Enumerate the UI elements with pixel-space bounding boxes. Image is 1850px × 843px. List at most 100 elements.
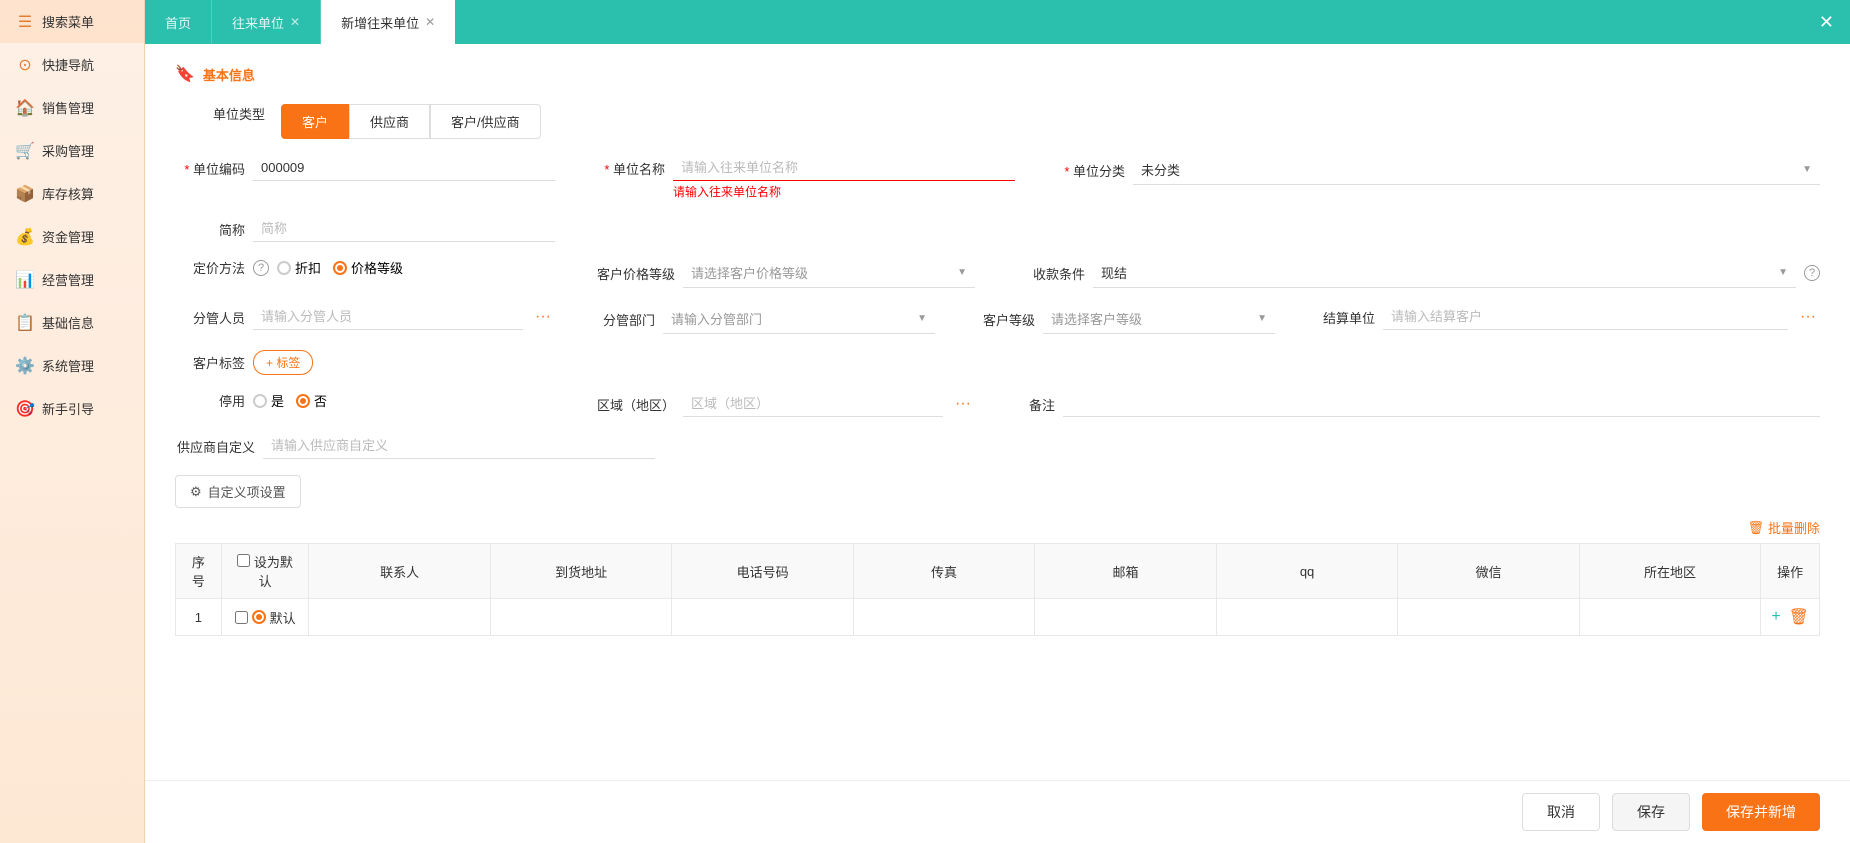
disabled-no-radio [296, 394, 310, 408]
department-select[interactable]: 请输入分管部门 ▼ [663, 304, 935, 334]
department-label: 分管部门 [595, 310, 655, 329]
region-input[interactable] [1590, 610, 1750, 625]
row-actions: + 🗑 [1761, 599, 1820, 636]
customer-price-level-field: 客户价格等级 请选择客户价格等级 ▼ [595, 258, 975, 288]
delete-row-button[interactable]: 🗑 [1789, 607, 1809, 627]
row-region[interactable] [1579, 599, 1760, 636]
sidebar-item-inventory[interactable]: 📦 库存核算 [0, 172, 144, 215]
close-window-button[interactable]: ✕ [1803, 12, 1850, 33]
payment-terms-label: 收款条件 [1015, 264, 1085, 283]
tab-trade-units-label: 往来单位 [232, 13, 284, 32]
sidebar-item-purchase[interactable]: 🛒 采购管理 [0, 129, 144, 172]
unit-type-customer-btn[interactable]: 客户 [281, 104, 349, 139]
customer-price-level-select[interactable]: 请选择客户价格等级 ▼ [683, 258, 975, 288]
shop-icon: 🏠 [16, 99, 34, 117]
row-qq[interactable] [1216, 599, 1398, 636]
col-region: 所在地区 [1579, 544, 1760, 599]
unit-code-label: 单位编码 [175, 159, 245, 178]
pricing-help-icon[interactable]: ? [253, 260, 269, 276]
unit-name-field: 单位名称 请输入往来单位名称 [595, 155, 1015, 200]
row-checkbox[interactable] [235, 611, 248, 624]
info-icon: 📋 [16, 314, 34, 332]
alias-input[interactable] [253, 216, 555, 242]
manager-more-btn[interactable]: ··· [531, 308, 555, 326]
payment-terms-help-icon[interactable]: ? [1804, 265, 1820, 281]
custom-settings-button[interactable]: ⚙ 自定义项设置 [175, 475, 301, 508]
row-email[interactable] [1035, 599, 1216, 636]
row-address[interactable] [490, 599, 671, 636]
row-phone[interactable] [672, 599, 853, 636]
row-contact[interactable] [309, 599, 490, 636]
customer-level-select[interactable]: 请选择客户等级 ▼ [1043, 304, 1275, 334]
unit-category-select[interactable]: 未分类 ▼ [1133, 155, 1820, 185]
unit-code-input[interactable] [253, 155, 555, 181]
wechat-input[interactable] [1408, 610, 1568, 625]
sidebar-item-finance[interactable]: 💰 资金管理 [0, 215, 144, 258]
main-area: 首页 往来单位 ✕ 新增往来单位 ✕ ✕ 🔖 基本信息 单位类型 客户 [145, 0, 1850, 843]
col-fax: 传真 [853, 544, 1034, 599]
tab-new-trade-unit[interactable]: 新增往来单位 ✕ [321, 0, 455, 44]
disabled-yes-option[interactable]: 是 [253, 391, 284, 410]
settlement-unit-more-btn[interactable]: ··· [1796, 308, 1820, 326]
sidebar-item-basic-info[interactable]: 📋 基础信息 [0, 301, 144, 344]
sidebar-item-search[interactable]: ☰ 搜索菜单 [0, 0, 144, 43]
fax-input[interactable] [864, 610, 1024, 625]
select-all-checkbox[interactable] [237, 554, 250, 567]
region-more-btn[interactable]: ··· [951, 395, 975, 413]
gear-icon: ⚙️ [16, 357, 34, 375]
row-wechat[interactable] [1398, 599, 1579, 636]
region-input[interactable] [683, 391, 943, 417]
unit-type-both-btn[interactable]: 客户/供应商 [430, 104, 541, 139]
tab-trade-units[interactable]: 往来单位 ✕ [212, 0, 321, 44]
chevron-down-icon: ▼ [1778, 267, 1788, 278]
col-contact: 联系人 [309, 544, 490, 599]
cancel-button[interactable]: 取消 [1522, 793, 1600, 831]
manager-input[interactable] [253, 304, 523, 330]
add-tag-button[interactable]: + 标签 [253, 350, 313, 375]
notes-input[interactable] [1063, 391, 1820, 417]
sidebar-item-guide[interactable]: 🎯 新手引导 [0, 387, 144, 430]
add-row-button[interactable]: + [1771, 608, 1780, 626]
footer: 取消 保存 保存并新增 [145, 780, 1850, 843]
tab-new-trade-unit-close[interactable]: ✕ [425, 15, 435, 29]
pricing-level-option[interactable]: 价格等级 [333, 258, 403, 277]
disabled-label: 停用 [175, 391, 245, 410]
sidebar-item-label: 系统管理 [42, 356, 94, 375]
region-field: 区域（地区） ··· [595, 391, 975, 417]
tab-trade-units-close[interactable]: ✕ [290, 15, 300, 29]
row-default-radio[interactable]: 默认 [252, 608, 296, 627]
email-input[interactable] [1045, 610, 1205, 625]
customer-tag-field: 客户标签 + 标签 [175, 350, 1820, 375]
manager-field: 分管人员 ··· [175, 304, 555, 330]
address-input[interactable] [501, 610, 661, 625]
chevron-down-icon: ▼ [957, 267, 967, 278]
qq-input[interactable] [1227, 610, 1388, 625]
tab-home-label: 首页 [165, 13, 191, 32]
save-button[interactable]: 保存 [1612, 793, 1690, 831]
phone-input[interactable] [682, 610, 842, 625]
unit-type-supplier-btn[interactable]: 供应商 [349, 104, 430, 139]
sidebar-item-sales[interactable]: 🏠 销售管理 [0, 86, 144, 129]
supplier-custom-input[interactable] [263, 433, 655, 459]
batch-delete-button[interactable]: 🗑 批量删除 [1747, 518, 1820, 537]
unit-name-error: 请输入往来单位名称 [673, 183, 1015, 200]
row-fax[interactable] [853, 599, 1034, 636]
department-field: 分管部门 请输入分管部门 ▼ [595, 304, 935, 334]
contact-input[interactable] [319, 610, 479, 625]
tab-home[interactable]: 首页 [145, 0, 212, 44]
unit-name-input[interactable] [673, 155, 1015, 181]
disabled-no-option[interactable]: 否 [296, 391, 327, 410]
col-default: 设为默认 [221, 544, 309, 599]
sidebar-item-system[interactable]: ⚙️ 系统管理 [0, 344, 144, 387]
payment-terms-select[interactable]: 现结 ▼ [1093, 258, 1796, 288]
sidebar-item-quick-nav[interactable]: ⊙ 快捷导航 [0, 43, 144, 86]
settlement-unit-input[interactable] [1383, 304, 1788, 330]
save-new-button[interactable]: 保存并新增 [1702, 793, 1820, 831]
col-phone: 电话号码 [672, 544, 853, 599]
table-row: 1 默认 [176, 599, 1820, 636]
content-area: 🔖 基本信息 单位类型 客户 供应商 客户/供应商 单位编码 [145, 44, 1850, 780]
pricing-discount-option[interactable]: 折扣 [277, 258, 321, 277]
customer-tag-label: 客户标签 [175, 353, 245, 372]
batch-delete-label: 批量删除 [1768, 518, 1820, 537]
sidebar-item-operations[interactable]: 📊 经营管理 [0, 258, 144, 301]
